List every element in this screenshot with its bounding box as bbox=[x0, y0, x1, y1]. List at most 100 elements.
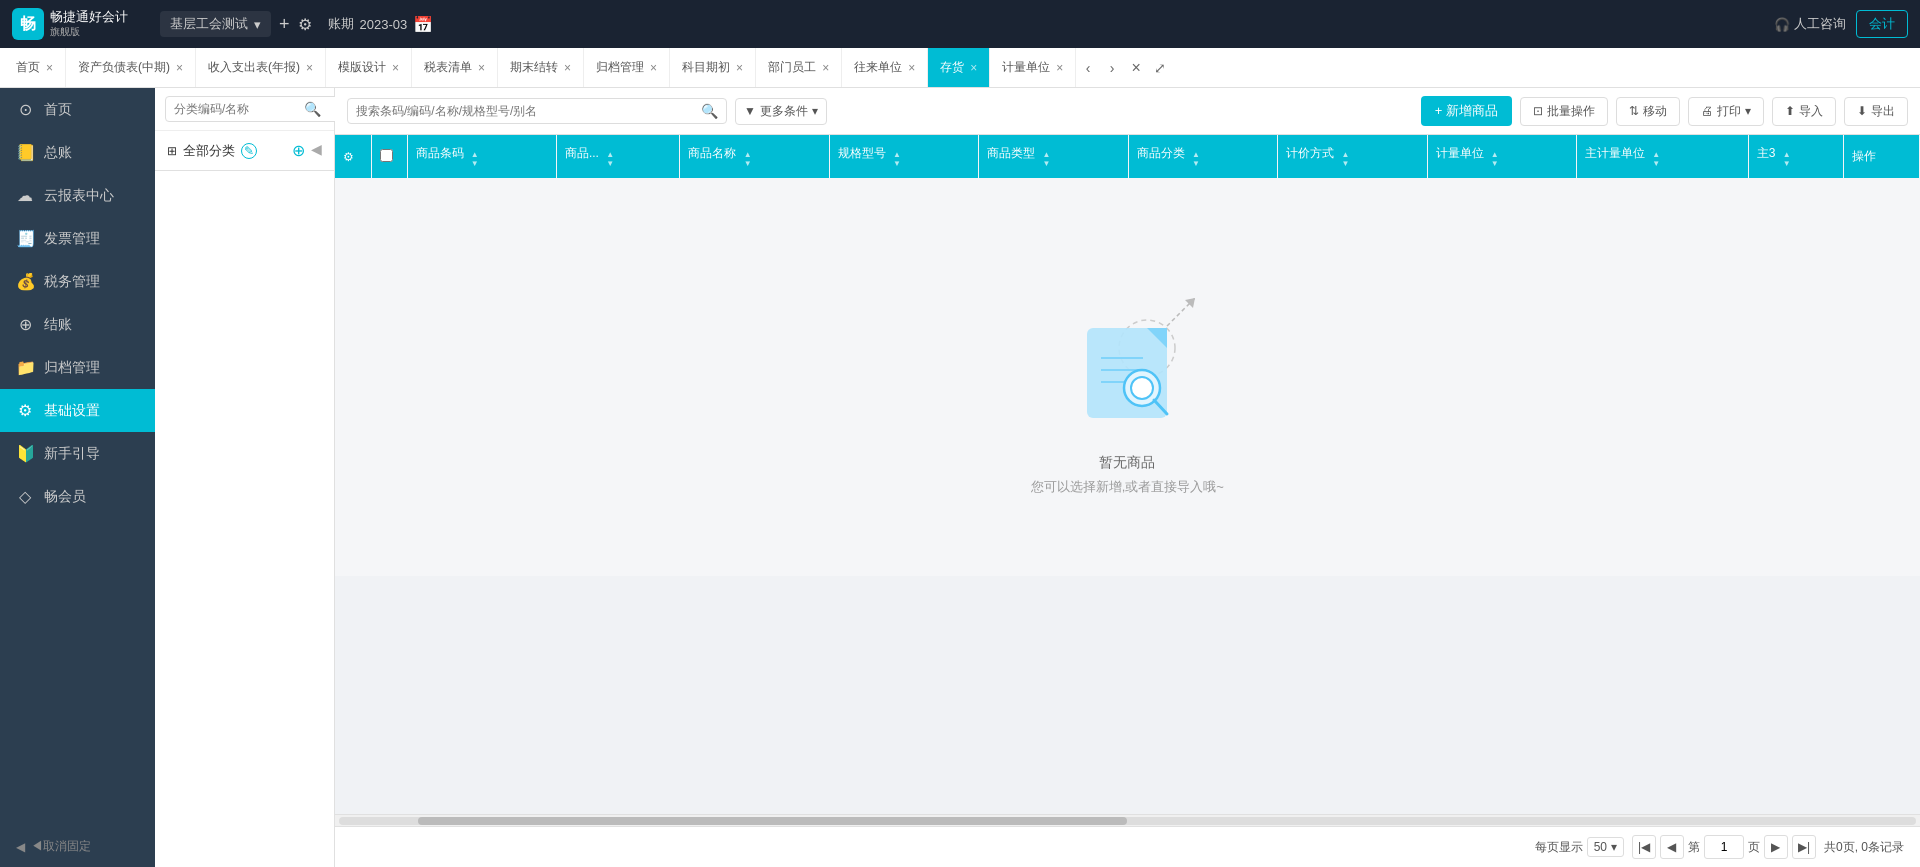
more-conditions-button[interactable]: ▼ 更多条件 ▾ bbox=[735, 98, 827, 125]
tab-unit[interactable]: 计量单位 × bbox=[990, 48, 1076, 88]
help-button[interactable]: 🎧 人工咨询 bbox=[1774, 15, 1846, 33]
import-button[interactable]: ⬆ 导入 bbox=[1772, 97, 1836, 126]
th-unit[interactable]: 计量单位 ▲▼ bbox=[1427, 135, 1576, 178]
tab-period-end[interactable]: 期末结转 × bbox=[498, 48, 584, 88]
tab-archive-close[interactable]: × bbox=[650, 61, 657, 75]
total-records: 共0页, 0条记录 bbox=[1824, 839, 1904, 856]
page-size-dropdown-icon: ▾ bbox=[1611, 840, 1617, 854]
tab-income[interactable]: 收入支出表(年报) × bbox=[196, 48, 326, 88]
tab-archive[interactable]: 归档管理 × bbox=[584, 48, 670, 88]
tab-balance[interactable]: 资产负债表(中期) × bbox=[66, 48, 196, 88]
left-panel: 🔍 ⊞ 全部分类 ✎ ⊕ ◀ bbox=[155, 88, 335, 867]
period-label: 账期 bbox=[328, 15, 354, 33]
th-settings[interactable]: ⚙ bbox=[335, 135, 371, 178]
project-selector[interactable]: 基层工会测试 ▾ bbox=[160, 11, 271, 37]
sidebar-item-guide[interactable]: 🔰 新手引导 bbox=[0, 432, 155, 475]
sidebar-basic-label: 基础设置 bbox=[44, 402, 100, 420]
print-button[interactable]: 🖨 打印 ▾ bbox=[1688, 97, 1764, 126]
sidebar-report-label: 云报表中心 bbox=[44, 187, 114, 205]
sidebar-item-close[interactable]: ⊕ 结账 bbox=[0, 303, 155, 346]
calendar-icon[interactable]: 📅 bbox=[413, 15, 433, 34]
home-icon: ⊙ bbox=[16, 100, 34, 119]
close-all-tabs-button[interactable]: × bbox=[1124, 48, 1148, 88]
page-size-select[interactable]: 50 ▾ bbox=[1587, 837, 1624, 857]
th-type[interactable]: 商品类型 ▲▼ bbox=[979, 135, 1128, 178]
th-name[interactable]: 商品名称 ▲▼ bbox=[680, 135, 829, 178]
headset-icon: 🎧 bbox=[1774, 17, 1790, 32]
tab-tax-close[interactable]: × bbox=[478, 61, 485, 75]
tab-dept[interactable]: 部门员工 × bbox=[756, 48, 842, 88]
th-main-unit[interactable]: 主计量单位 ▲▼ bbox=[1576, 135, 1748, 178]
tab-balance-close[interactable]: × bbox=[176, 61, 183, 75]
scrollbar-track bbox=[339, 817, 1916, 825]
sidebar-unpin-button[interactable]: ◀ ◀取消固定 bbox=[0, 826, 155, 867]
classify-search-input[interactable] bbox=[174, 102, 304, 116]
main-search-icon[interactable]: 🔍 bbox=[701, 103, 718, 119]
th-col3[interactable]: 主3 ▲▼ bbox=[1748, 135, 1843, 178]
tab-template[interactable]: 模版设计 × bbox=[326, 48, 412, 88]
tab-income-close[interactable]: × bbox=[306, 61, 313, 75]
tab-tax[interactable]: 税表清单 × bbox=[412, 48, 498, 88]
add-category-icon[interactable]: ⊕ bbox=[292, 141, 305, 160]
last-page-button[interactable]: ▶| bbox=[1792, 835, 1816, 859]
page-number-input[interactable] bbox=[1704, 835, 1744, 859]
th-code[interactable]: 商品... ▲▼ bbox=[556, 135, 679, 178]
tab-dept-close[interactable]: × bbox=[822, 61, 829, 75]
tab-inventory-close[interactable]: × bbox=[970, 61, 977, 75]
batch-operation-button[interactable]: ⊡ 批量操作 bbox=[1520, 97, 1608, 126]
classify-search-icon[interactable]: 🔍 bbox=[304, 101, 321, 117]
edit-small-icon[interactable]: ✎ bbox=[241, 143, 257, 159]
select-all-checkbox[interactable] bbox=[380, 149, 393, 162]
main-search-input[interactable] bbox=[356, 104, 701, 118]
account-button[interactable]: 会计 bbox=[1856, 10, 1908, 38]
th-barcode[interactable]: 商品条码 ▲▼ bbox=[407, 135, 556, 178]
sidebar-item-report[interactable]: ☁ 云报表中心 bbox=[0, 174, 155, 217]
page-unit: 页 bbox=[1748, 839, 1760, 856]
svg-marker-2 bbox=[1185, 298, 1195, 308]
tab-next-button[interactable]: › bbox=[1100, 48, 1124, 88]
archive-icon: 📁 bbox=[16, 358, 34, 377]
tab-prev-button[interactable]: ‹ bbox=[1076, 48, 1100, 88]
sidebar-item-invoice[interactable]: 🧾 发票管理 bbox=[0, 217, 155, 260]
add-product-button[interactable]: + 新增商品 bbox=[1421, 96, 1512, 126]
collapse-panel-icon[interactable]: ◀ bbox=[311, 141, 322, 160]
sidebar-item-ledger[interactable]: 📒 总账 bbox=[0, 131, 155, 174]
empty-title: 暂无商品 bbox=[1099, 454, 1155, 472]
tab-partner[interactable]: 往来单位 × bbox=[842, 48, 928, 88]
svg-point-10 bbox=[1131, 377, 1153, 399]
prev-page-button[interactable]: ◀ bbox=[1660, 835, 1684, 859]
tab-period-end-close[interactable]: × bbox=[564, 61, 571, 75]
scrollbar-thumb[interactable] bbox=[418, 817, 1128, 825]
move-button[interactable]: ⇅ 移动 bbox=[1616, 97, 1680, 126]
tab-inventory[interactable]: 存货 × bbox=[928, 48, 990, 88]
logo-icon: 畅 bbox=[12, 8, 44, 40]
expand-window-button[interactable]: ⤢ bbox=[1148, 48, 1172, 88]
sidebar-item-basic[interactable]: ⚙ 基础设置 bbox=[0, 389, 155, 432]
sidebar-item-home[interactable]: ⊙ 首页 bbox=[0, 88, 155, 131]
export-icon: ⬇ bbox=[1857, 104, 1867, 118]
tab-tax-label: 税表清单 bbox=[424, 59, 472, 76]
horizontal-scrollbar[interactable] bbox=[335, 814, 1920, 826]
sidebar-ledger-label: 总账 bbox=[44, 144, 72, 162]
th-category[interactable]: 商品分类 ▲▼ bbox=[1128, 135, 1277, 178]
all-categories-label: ⊞ 全部分类 ✎ bbox=[167, 142, 257, 160]
tab-partner-close[interactable]: × bbox=[908, 61, 915, 75]
tab-unit-close[interactable]: × bbox=[1056, 61, 1063, 75]
tab-subject-init-close[interactable]: × bbox=[736, 61, 743, 75]
tab-subject-init[interactable]: 科目期初 × bbox=[670, 48, 756, 88]
first-page-button[interactable]: |◀ bbox=[1632, 835, 1656, 859]
export-button[interactable]: ⬇ 导出 bbox=[1844, 97, 1908, 126]
tab-home[interactable]: 首页 × bbox=[4, 48, 66, 88]
th-action: 操作 bbox=[1843, 135, 1919, 178]
th-spec[interactable]: 规格型号 ▲▼ bbox=[829, 135, 978, 178]
tab-template-close[interactable]: × bbox=[392, 61, 399, 75]
th-price-method[interactable]: 计价方式 ▲▼ bbox=[1278, 135, 1427, 178]
add-tab-button[interactable]: + bbox=[279, 14, 290, 35]
th-checkbox[interactable] bbox=[371, 135, 407, 178]
next-page-button[interactable]: ▶ bbox=[1764, 835, 1788, 859]
sidebar-item-member[interactable]: ◇ 畅会员 bbox=[0, 475, 155, 518]
settings-icon[interactable]: ⚙ bbox=[298, 15, 312, 34]
sidebar-item-tax[interactable]: 💰 税务管理 bbox=[0, 260, 155, 303]
sidebar-item-archive[interactable]: 📁 归档管理 bbox=[0, 346, 155, 389]
tab-home-close[interactable]: × bbox=[46, 61, 53, 75]
